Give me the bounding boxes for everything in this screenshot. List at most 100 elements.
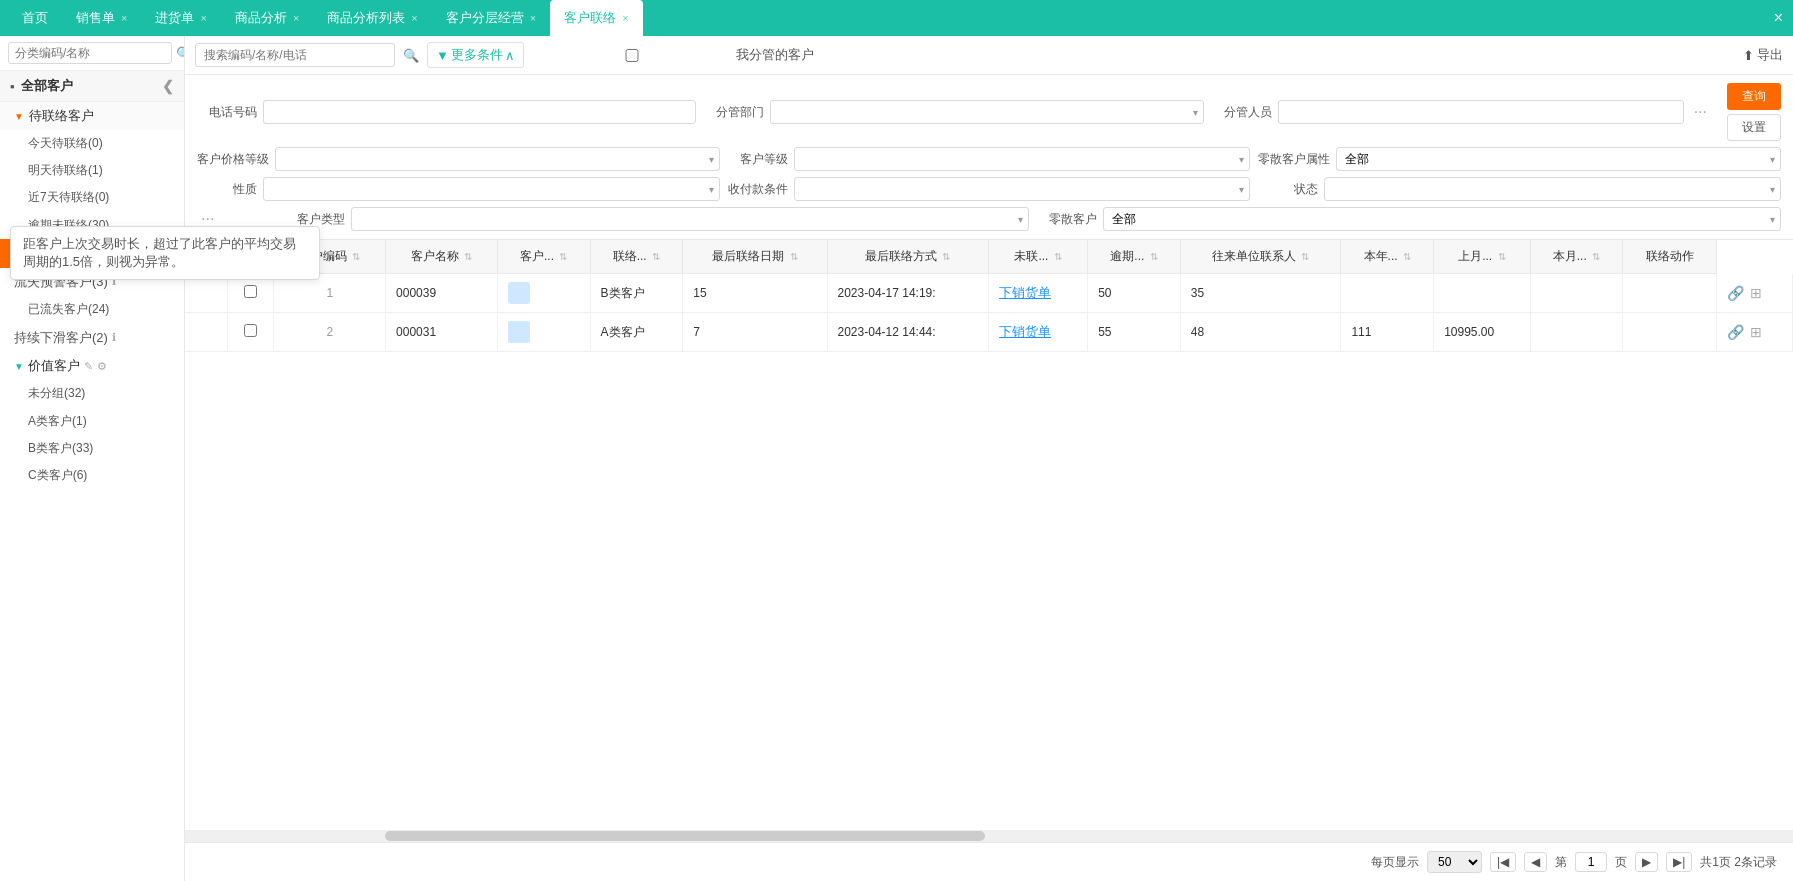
close-icon[interactable]: ×: [411, 12, 417, 24]
sidebar-group-waiting[interactable]: ▼ 待联络客户: [0, 102, 184, 130]
nav-item-sales[interactable]: 销售单 ×: [62, 0, 141, 36]
filter-bar: 🔍 ▼ 更多条件 ∧ 我分管的客户 ⬆ 导出: [185, 36, 1793, 75]
close-icon[interactable]: ×: [293, 12, 299, 24]
sidebar-item-declining[interactable]: 持续下滑客户(2) ℹ: [0, 324, 184, 353]
filter-cell-customer-type: 客户类型 ▾: [285, 207, 1029, 231]
horizontal-scrollbar[interactable]: [185, 830, 1793, 842]
row-checkbox[interactable]: [244, 324, 257, 337]
close-icon[interactable]: ×: [622, 12, 628, 24]
overdue-header[interactable]: 逾期... ⇅: [1088, 240, 1181, 274]
sidebar-item-tomorrow[interactable]: 明天待联络(1): [0, 157, 184, 184]
customer-table: ⚙ 客户编码 ⇅ 客户名称 ⇅ 客户... ⇅ 联络... ⇅ 最后联络日期 ⇅…: [185, 240, 1793, 352]
nav-item-purchase[interactable]: 进货单 ×: [141, 0, 220, 36]
sidebar-all-customers-header[interactable]: ▪ 全部客户 ❮: [0, 71, 184, 102]
retail-attr-select-wrapper: 全部 ▾: [1336, 147, 1781, 171]
person-input[interactable]: [1278, 100, 1684, 124]
status-select[interactable]: [1324, 177, 1781, 201]
retail-select[interactable]: 全部: [1103, 207, 1781, 231]
my-customer-checkbox[interactable]: [532, 49, 732, 62]
search-button[interactable]: 🔍: [403, 48, 419, 63]
price-level-select-wrapper: ▾: [275, 147, 720, 171]
close-icon[interactable]: ×: [121, 12, 127, 24]
scrollbar-thumb[interactable]: [385, 831, 985, 841]
sidebar-search-area: 🔍: [0, 36, 184, 71]
nature-label: 性质: [197, 181, 257, 198]
action-header: 联络动作: [1623, 240, 1717, 274]
grid-action-icon[interactable]: ⊞: [1750, 285, 1762, 301]
this-month-header[interactable]: 本月... ⇅: [1530, 240, 1623, 274]
sidebar-item-churned[interactable]: 已流失客户(24): [0, 296, 184, 323]
more-conditions-button[interactable]: ▼ 更多条件 ∧: [427, 42, 524, 68]
arrow-icon: ▼: [14, 361, 24, 372]
nav-item-customer-tier[interactable]: 客户分层经营 ×: [432, 0, 550, 36]
dept-select[interactable]: [770, 100, 1203, 124]
export-button[interactable]: ⬆ 导出: [1743, 46, 1783, 64]
page-size-select[interactable]: 50 100 200: [1427, 851, 1482, 873]
nav-item-analysis-list[interactable]: 商品分析列表 ×: [313, 0, 431, 36]
contact-person-header[interactable]: 往来单位联系人 ⇅: [1180, 240, 1341, 274]
last-month-header[interactable]: 上月... ⇅: [1434, 240, 1530, 274]
row-overdue: 48: [1180, 313, 1341, 352]
settings-icon[interactable]: ⚙: [97, 360, 107, 373]
close-all-button[interactable]: ×: [1774, 9, 1783, 27]
un-contact-header[interactable]: 未联... ⇅: [989, 240, 1088, 274]
dots-button[interactable]: ···: [1690, 103, 1711, 121]
grid-action-icon[interactable]: ⊞: [1750, 324, 1762, 340]
first-page-button[interactable]: |◀: [1490, 852, 1516, 872]
my-customer-checkbox-area[interactable]: 我分管的客户: [532, 46, 814, 64]
next-page-button[interactable]: ▶: [1635, 852, 1658, 872]
row-this-month: [1623, 313, 1717, 352]
last-page-button[interactable]: ▶|: [1666, 852, 1692, 872]
sidebar-item-today[interactable]: 今天待联络(0): [0, 130, 184, 157]
filter-icon: ▼: [436, 48, 449, 63]
sidebar-item-a-class[interactable]: A类客户(1): [0, 408, 184, 435]
nav-item-home[interactable]: 首页: [8, 0, 62, 36]
row-code: 000031: [386, 313, 498, 352]
sidebar-item-b-class[interactable]: B类客户(33): [0, 435, 184, 462]
page-number-input[interactable]: [1575, 852, 1607, 872]
settings-button[interactable]: 设置: [1727, 114, 1781, 141]
collapse-sidebar-button[interactable]: ❮: [162, 78, 174, 94]
retail-select-wrapper: 全部 ▾: [1103, 207, 1781, 231]
level-header[interactable]: 客户... ⇅: [497, 240, 590, 274]
last-contact-date-header[interactable]: 最后联络日期 ⇅: [683, 240, 827, 274]
close-icon[interactable]: ×: [200, 12, 206, 24]
row-checkbox-cell[interactable]: [228, 313, 274, 352]
page-suffix: 页: [1615, 854, 1627, 871]
price-level-label: 客户价格等级: [197, 151, 269, 168]
last-contact-method-header[interactable]: 最后联络方式 ⇅: [827, 240, 989, 274]
query-button[interactable]: 查询: [1727, 83, 1781, 110]
name-header[interactable]: 客户名称 ⇅: [386, 240, 498, 274]
close-icon[interactable]: ×: [530, 12, 536, 24]
status-label: 状态: [1258, 181, 1318, 198]
link-action-icon[interactable]: 🔗: [1727, 285, 1744, 301]
sidebar-item-7days[interactable]: 近7天待联络(0): [0, 184, 184, 211]
nature-select[interactable]: [263, 177, 720, 201]
edit-icon[interactable]: ✎: [84, 360, 93, 373]
filter-cell-phone: 电话号码: [197, 100, 696, 124]
filter-cell-dept: 分管部门 ▾: [704, 100, 1203, 124]
retail-attr-select[interactable]: 全部: [1336, 147, 1781, 171]
payment-select[interactable]: [794, 177, 1251, 201]
prev-page-button[interactable]: ◀: [1524, 852, 1547, 872]
contact-count-header[interactable]: 联络... ⇅: [590, 240, 683, 274]
customer-type-select[interactable]: [351, 207, 1029, 231]
nav-item-analysis[interactable]: 商品分析 ×: [221, 0, 313, 36]
sidebar-group-value[interactable]: ▼ 价值客户 ✎ ⚙: [0, 352, 184, 380]
sidebar-search-input[interactable]: [8, 42, 172, 64]
row-name: [497, 313, 590, 352]
price-level-select[interactable]: [275, 147, 720, 171]
search-icon[interactable]: 🔍: [176, 46, 185, 61]
sidebar-item-ungrouped[interactable]: 未分组(32): [0, 380, 184, 407]
search-input[interactable]: [195, 43, 395, 67]
sidebar-item-c-class[interactable]: C类客户(6): [0, 462, 184, 489]
phone-input[interactable]: [263, 100, 696, 124]
customer-level-select[interactable]: [794, 147, 1251, 171]
table-row: 1 000039 B类客户 15 2023-04-17 14:19: 下销货单 …: [185, 274, 1793, 313]
link-action-icon[interactable]: 🔗: [1727, 324, 1744, 340]
nav-item-customer-contact[interactable]: 客户联络 ×: [550, 0, 642, 36]
this-year-header[interactable]: 本年... ⇅: [1341, 240, 1434, 274]
filter-row-2: 客户价格等级 ▾ 客户等级 ▾ 零散客户属性 全部: [197, 147, 1781, 171]
payment-label: 收付款条件: [728, 181, 788, 198]
row-checkbox[interactable]: [244, 285, 257, 298]
